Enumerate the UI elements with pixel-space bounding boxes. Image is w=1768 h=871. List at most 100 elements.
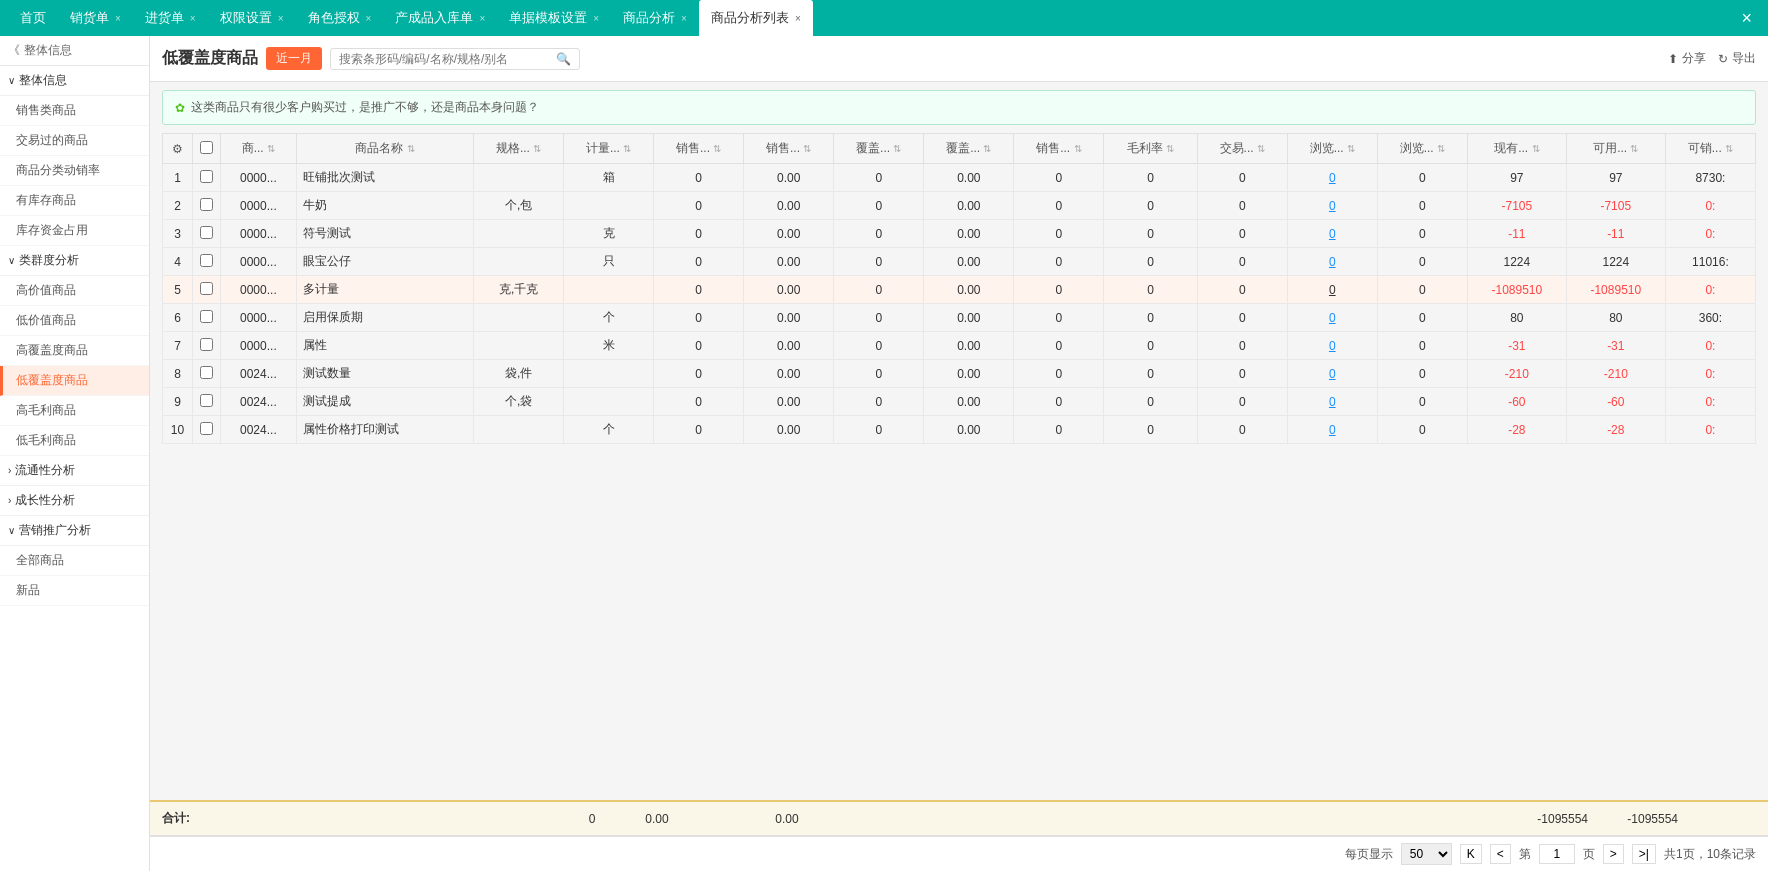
col-cover1[interactable]: 覆盖... ⇅ xyxy=(834,134,924,164)
col-sales3[interactable]: 销售... ⇅ xyxy=(1014,134,1104,164)
col-spec[interactable]: 规格... ⇅ xyxy=(474,134,564,164)
row-current: -1089510 xyxy=(1467,276,1566,304)
sidebar-item-in-stock[interactable]: 有库存商品 xyxy=(0,186,149,216)
close-icon[interactable]: × xyxy=(479,13,485,24)
row-browse2: 0 xyxy=(1377,304,1467,332)
row-sales3: 0 xyxy=(1014,360,1104,388)
col-trade[interactable]: 交易... ⇅ xyxy=(1197,134,1287,164)
row-browse1[interactable]: 0 xyxy=(1287,416,1377,444)
row-checkbox[interactable] xyxy=(200,422,213,435)
sidebar-group-liquidity[interactable]: › 流通性分析 xyxy=(0,456,149,486)
row-browse1[interactable]: 0 xyxy=(1287,192,1377,220)
sidebar-item-traded-goods[interactable]: 交易过的商品 xyxy=(0,126,149,156)
row-checkbox[interactable] xyxy=(200,254,213,267)
sidebar-group-overall[interactable]: ∨ 整体信息 xyxy=(0,66,149,96)
row-cover1: 0 xyxy=(834,248,924,276)
sidebar-item-low-profit[interactable]: 低毛利商品 xyxy=(0,426,149,456)
close-icon[interactable]: × xyxy=(115,13,121,24)
row-browse1[interactable]: 0 xyxy=(1287,388,1377,416)
row-gross: 0 xyxy=(1104,332,1197,360)
row-browse1[interactable]: 0 xyxy=(1287,360,1377,388)
col-browse1[interactable]: 浏览... ⇅ xyxy=(1287,134,1377,164)
row-unit: 克 xyxy=(564,220,654,248)
col-sales1[interactable]: 销售... ⇅ xyxy=(654,134,744,164)
close-icon[interactable]: × xyxy=(795,13,801,24)
nav-tab-sales[interactable]: 销货单 × xyxy=(58,0,133,36)
row-sales1: 0 xyxy=(654,164,744,192)
row-gross: 0 xyxy=(1104,220,1197,248)
col-browse2[interactable]: 浏览... ⇅ xyxy=(1377,134,1467,164)
row-checkbox[interactable] xyxy=(200,366,213,379)
close-icon[interactable]: × xyxy=(681,13,687,24)
row-checkbox[interactable] xyxy=(200,310,213,323)
row-checkbox[interactable] xyxy=(200,338,213,351)
nav-tab-home[interactable]: 首页 xyxy=(8,0,58,36)
row-checkbox[interactable] xyxy=(200,226,213,239)
nav-tab-analysis[interactable]: 商品分析 × xyxy=(611,0,699,36)
close-icon[interactable]: × xyxy=(366,13,372,24)
page-label: 第 xyxy=(1519,846,1531,863)
col-cover2[interactable]: 覆盖... ⇅ xyxy=(924,134,1014,164)
sidebar-item-all-goods[interactable]: 全部商品 xyxy=(0,546,149,576)
nav-tab-template[interactable]: 单据模板设置 × xyxy=(497,0,611,36)
sidebar-item-high-coverage[interactable]: 高覆盖度商品 xyxy=(0,336,149,366)
row-current: 97 xyxy=(1467,164,1566,192)
nav-tab-product-entry[interactable]: 产成品入库单 × xyxy=(383,0,497,36)
sidebar-item-sales-goods[interactable]: 销售类商品 xyxy=(0,96,149,126)
row-checkbox[interactable] xyxy=(200,282,213,295)
sidebar-item-stock-capital[interactable]: 库存资金占用 xyxy=(0,216,149,246)
share-button[interactable]: ⬆ 分享 xyxy=(1668,50,1706,67)
row-browse1[interactable]: 0 xyxy=(1287,304,1377,332)
col-settings[interactable]: ⚙ xyxy=(163,134,193,164)
row-browse1[interactable]: 0 xyxy=(1287,164,1377,192)
export-button[interactable]: ↻ 导出 xyxy=(1718,50,1756,67)
col-available[interactable]: 可用... ⇅ xyxy=(1566,134,1665,164)
current-page-input[interactable] xyxy=(1539,844,1575,864)
row-browse1[interactable]: 0 xyxy=(1287,220,1377,248)
col-sales2[interactable]: 销售... ⇅ xyxy=(744,134,834,164)
row-checkbox[interactable] xyxy=(200,394,213,407)
sidebar-item-high-profit[interactable]: 高毛利商品 xyxy=(0,396,149,426)
row-gross: 0 xyxy=(1104,388,1197,416)
row-browse1[interactable]: 0 xyxy=(1287,276,1377,304)
nav-tab-analysis-list[interactable]: 商品分析列表 × xyxy=(699,0,813,36)
sidebar-item-high-value[interactable]: 高价值商品 xyxy=(0,276,149,306)
sidebar-item-low-value[interactable]: 低价值商品 xyxy=(0,306,149,336)
period-button[interactable]: 近一月 xyxy=(266,47,322,70)
row-browse1[interactable]: 0 xyxy=(1287,248,1377,276)
sidebar-group-growth[interactable]: › 成长性分析 xyxy=(0,486,149,516)
prev-page-button[interactable]: < xyxy=(1490,844,1511,864)
close-icon[interactable]: × xyxy=(593,13,599,24)
select-all-checkbox[interactable] xyxy=(200,141,213,154)
nav-tab-permissions[interactable]: 权限设置 × xyxy=(208,0,296,36)
sidebar-collapse-button[interactable]: 《 整体信息 xyxy=(0,36,149,66)
first-page-button[interactable]: K xyxy=(1460,844,1482,864)
row-checkbox[interactable] xyxy=(200,198,213,211)
col-unit[interactable]: 计量... ⇅ xyxy=(564,134,654,164)
col-name[interactable]: 商品名称 ⇅ xyxy=(296,134,473,164)
row-checkbox[interactable] xyxy=(200,170,213,183)
row-browse1[interactable]: 0 xyxy=(1287,332,1377,360)
close-icon[interactable]: × xyxy=(190,13,196,24)
row-available: -1089510 xyxy=(1566,276,1665,304)
page-size-select[interactable]: 50 20 100 xyxy=(1401,843,1452,865)
next-page-button[interactable]: > xyxy=(1603,844,1624,864)
sidebar-group-cluster[interactable]: ∨ 类群度分析 xyxy=(0,246,149,276)
close-icon[interactable]: × xyxy=(278,13,284,24)
col-code[interactable]: 商... ⇅ xyxy=(221,134,297,164)
sidebar-item-new-goods[interactable]: 新品 xyxy=(0,576,149,606)
search-input[interactable] xyxy=(339,52,552,66)
col-gross[interactable]: 毛利率 ⇅ xyxy=(1104,134,1197,164)
col-current[interactable]: 现有... ⇅ xyxy=(1467,134,1566,164)
col-sellable[interactable]: 可销... ⇅ xyxy=(1665,134,1755,164)
sidebar-item-low-coverage[interactable]: 低覆盖度商品 xyxy=(0,366,149,396)
nav-tab-roles[interactable]: 角色授权 × xyxy=(296,0,384,36)
last-page-button[interactable]: >| xyxy=(1632,844,1656,864)
nav-tab-purchase[interactable]: 进货单 × xyxy=(133,0,208,36)
window-close-button[interactable]: × xyxy=(1733,8,1760,29)
search-icon[interactable]: 🔍 xyxy=(556,52,571,66)
sidebar-group-marketing[interactable]: ∨ 营销推广分析 xyxy=(0,516,149,546)
sidebar-item-category-rate[interactable]: 商品分类动销率 xyxy=(0,156,149,186)
total-cells: 0 0.00 0.00 -1095554 -1095554 xyxy=(242,812,1756,826)
top-nav: 首页 销货单 × 进货单 × 权限设置 × 角色授权 × 产成品入库单 × 单据… xyxy=(0,0,1768,36)
